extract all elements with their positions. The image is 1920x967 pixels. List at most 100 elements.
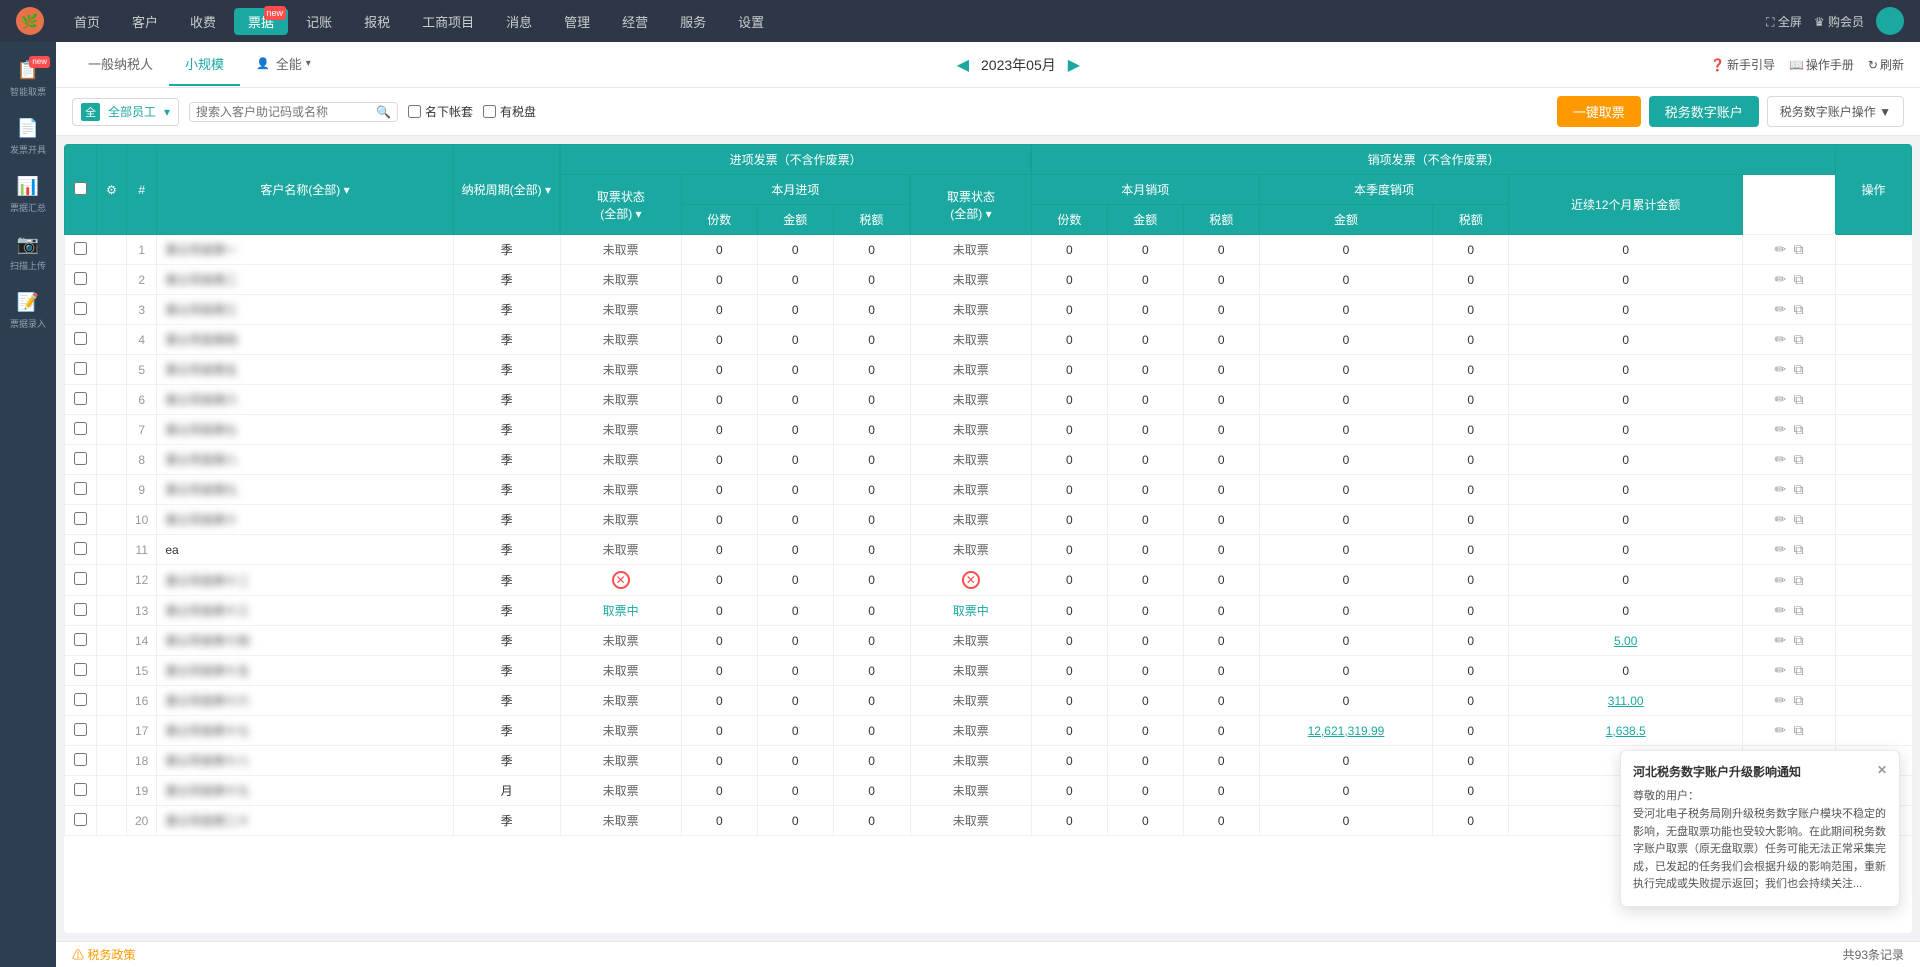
row-checkbox[interactable] <box>74 272 87 285</box>
nav-accounting[interactable]: 记账 <box>292 8 346 35</box>
edit-icon[interactable]: ✏ <box>1775 572 1787 588</box>
year-total-link[interactable]: 1,638.5 <box>1606 724 1646 738</box>
th-tax-period[interactable]: 纳税周期(全部) ▾ <box>453 145 560 235</box>
row-checkbox[interactable] <box>74 242 87 255</box>
row-checkbox[interactable] <box>74 332 87 345</box>
sub-ledger-input[interactable] <box>408 105 421 118</box>
year-total-link[interactable]: 311.00 <box>1608 694 1644 708</box>
search-icon[interactable]: 🔍 <box>376 105 391 119</box>
edit-icon[interactable]: ✏ <box>1775 511 1787 527</box>
sidebar-item-invoice-open[interactable]: 📄 发票开具 <box>0 110 56 164</box>
sidebar-item-summary[interactable]: 📊 票据汇总 <box>0 168 56 222</box>
edit-icon[interactable]: ✏ <box>1775 451 1787 467</box>
edit-icon[interactable]: ✏ <box>1775 271 1787 287</box>
edit-icon[interactable]: ✏ <box>1775 391 1787 407</box>
has-tax-checkbox[interactable]: 有税盘 <box>483 103 536 120</box>
edit-icon[interactable]: ✏ <box>1775 331 1787 347</box>
copy-icon[interactable]: ⧉ <box>1794 722 1804 738</box>
row-checkbox[interactable] <box>74 723 87 736</box>
status-error-icon[interactable]: ✕ <box>612 571 630 589</box>
nav-operation[interactable]: 经营 <box>608 8 662 35</box>
copy-icon[interactable]: ⧉ <box>1794 662 1804 678</box>
copy-icon[interactable]: ⧉ <box>1794 331 1804 347</box>
nav-home[interactable]: 首页 <box>60 8 114 35</box>
nav-service[interactable]: 服务 <box>666 8 720 35</box>
row-checkbox[interactable] <box>74 542 87 555</box>
sidebar-item-record[interactable]: 📝 票据录入 <box>0 284 56 338</box>
select-all-checkbox[interactable] <box>74 182 87 195</box>
tax-operation-button[interactable]: 税务数字账户操作 ▼ <box>1767 96 1904 127</box>
fullscreen-button[interactable]: ⛶ 全屏 <box>1766 13 1802 30</box>
row-checkbox[interactable] <box>74 693 87 706</box>
has-tax-input[interactable] <box>483 105 496 118</box>
status-error-out-icon[interactable]: ✕ <box>962 571 980 589</box>
refresh-button[interactable]: ↻ 刷新 <box>1868 56 1904 73</box>
nav-commerce[interactable]: 工商项目 <box>408 8 488 35</box>
copy-icon[interactable]: ⧉ <box>1794 421 1804 437</box>
th-customer-name[interactable]: 客户名称(全部) ▾ <box>157 145 453 235</box>
sidebar-item-smart-ticket[interactable]: 📋 智能取票 new <box>0 52 56 106</box>
row-checkbox[interactable] <box>74 362 87 375</box>
nav-message[interactable]: 消息 <box>492 8 546 35</box>
edit-icon[interactable]: ✏ <box>1775 662 1787 678</box>
nav-settings[interactable]: 设置 <box>724 8 778 35</box>
policy-link[interactable]: ⚠ 税务政策 <box>72 946 135 963</box>
edit-icon[interactable]: ✏ <box>1775 241 1787 257</box>
manual-button[interactable]: 📖 操作手册 <box>1789 56 1854 73</box>
row-checkbox[interactable] <box>74 392 87 405</box>
copy-icon[interactable]: ⧉ <box>1794 451 1804 467</box>
tab-small-scale[interactable]: 小规模 <box>169 44 240 86</box>
row-checkbox[interactable] <box>74 783 87 796</box>
tab-all[interactable]: 👤 全能 ▾ <box>240 44 327 86</box>
edit-icon[interactable]: ✏ <box>1775 541 1787 557</box>
copy-icon[interactable]: ⧉ <box>1794 271 1804 287</box>
row-checkbox[interactable] <box>74 753 87 766</box>
member-button[interactable]: ♛ 购会员 <box>1814 13 1864 30</box>
sidebar-item-scan[interactable]: 📷 扫描上传 <box>0 226 56 280</box>
nav-billing[interactable]: 收费 <box>176 8 230 35</box>
row-checkbox[interactable] <box>74 572 87 585</box>
copy-icon[interactable]: ⧉ <box>1794 692 1804 708</box>
copy-icon[interactable]: ⧉ <box>1794 602 1804 618</box>
copy-icon[interactable]: ⧉ <box>1794 632 1804 648</box>
date-next-button[interactable]: ▶ <box>1068 55 1080 75</box>
th-out-status[interactable]: 取票状态(全部) ▾ <box>910 175 1031 235</box>
year-total-link[interactable]: 5.00 <box>1614 634 1637 648</box>
edit-icon[interactable]: ✏ <box>1775 722 1787 738</box>
row-checkbox[interactable] <box>74 663 87 676</box>
edit-icon[interactable]: ✏ <box>1775 481 1787 497</box>
row-checkbox[interactable] <box>74 482 87 495</box>
edit-icon[interactable]: ✏ <box>1775 301 1787 317</box>
row-checkbox[interactable] <box>74 302 87 315</box>
search-input[interactable] <box>196 105 376 119</box>
row-checkbox[interactable] <box>74 633 87 646</box>
row-checkbox[interactable] <box>74 813 87 826</box>
copy-icon[interactable]: ⧉ <box>1794 511 1804 527</box>
guide-button[interactable]: ❓ 新手引导 <box>1710 56 1775 73</box>
notify-close-button[interactable]: ✕ <box>1877 763 1887 780</box>
tax-digital-button[interactable]: 税务数字账户 <box>1649 96 1759 127</box>
copy-icon[interactable]: ⧉ <box>1794 301 1804 317</box>
tab-general-taxpayer[interactable]: 一般纳税人 <box>72 44 169 86</box>
row-checkbox[interactable] <box>74 422 87 435</box>
copy-icon[interactable]: ⧉ <box>1794 541 1804 557</box>
copy-icon[interactable]: ⧉ <box>1794 481 1804 497</box>
quarter-amount-link[interactable]: 12,621,319.99 <box>1308 724 1385 738</box>
copy-icon[interactable]: ⧉ <box>1794 572 1804 588</box>
row-checkbox[interactable] <box>74 603 87 616</box>
th-in-status[interactable]: 取票状态(全部) ▾ <box>560 175 681 235</box>
one-key-tax-button[interactable]: 一键取票 <box>1557 96 1641 127</box>
copy-icon[interactable]: ⧉ <box>1794 241 1804 257</box>
nav-tax[interactable]: 报税 <box>350 8 404 35</box>
user-avatar[interactable] <box>1876 7 1904 35</box>
edit-icon[interactable]: ✏ <box>1775 632 1787 648</box>
copy-icon[interactable]: ⧉ <box>1794 391 1804 407</box>
settings-icon[interactable]: ⚙ <box>106 183 117 197</box>
nav-manage[interactable]: 管理 <box>550 8 604 35</box>
copy-icon[interactable]: ⧉ <box>1794 361 1804 377</box>
edit-icon[interactable]: ✏ <box>1775 602 1787 618</box>
edit-icon[interactable]: ✏ <box>1775 361 1787 377</box>
sub-ledger-checkbox[interactable]: 名下帐套 <box>408 103 473 120</box>
nav-customer[interactable]: 客户 <box>118 8 172 35</box>
edit-icon[interactable]: ✏ <box>1775 692 1787 708</box>
